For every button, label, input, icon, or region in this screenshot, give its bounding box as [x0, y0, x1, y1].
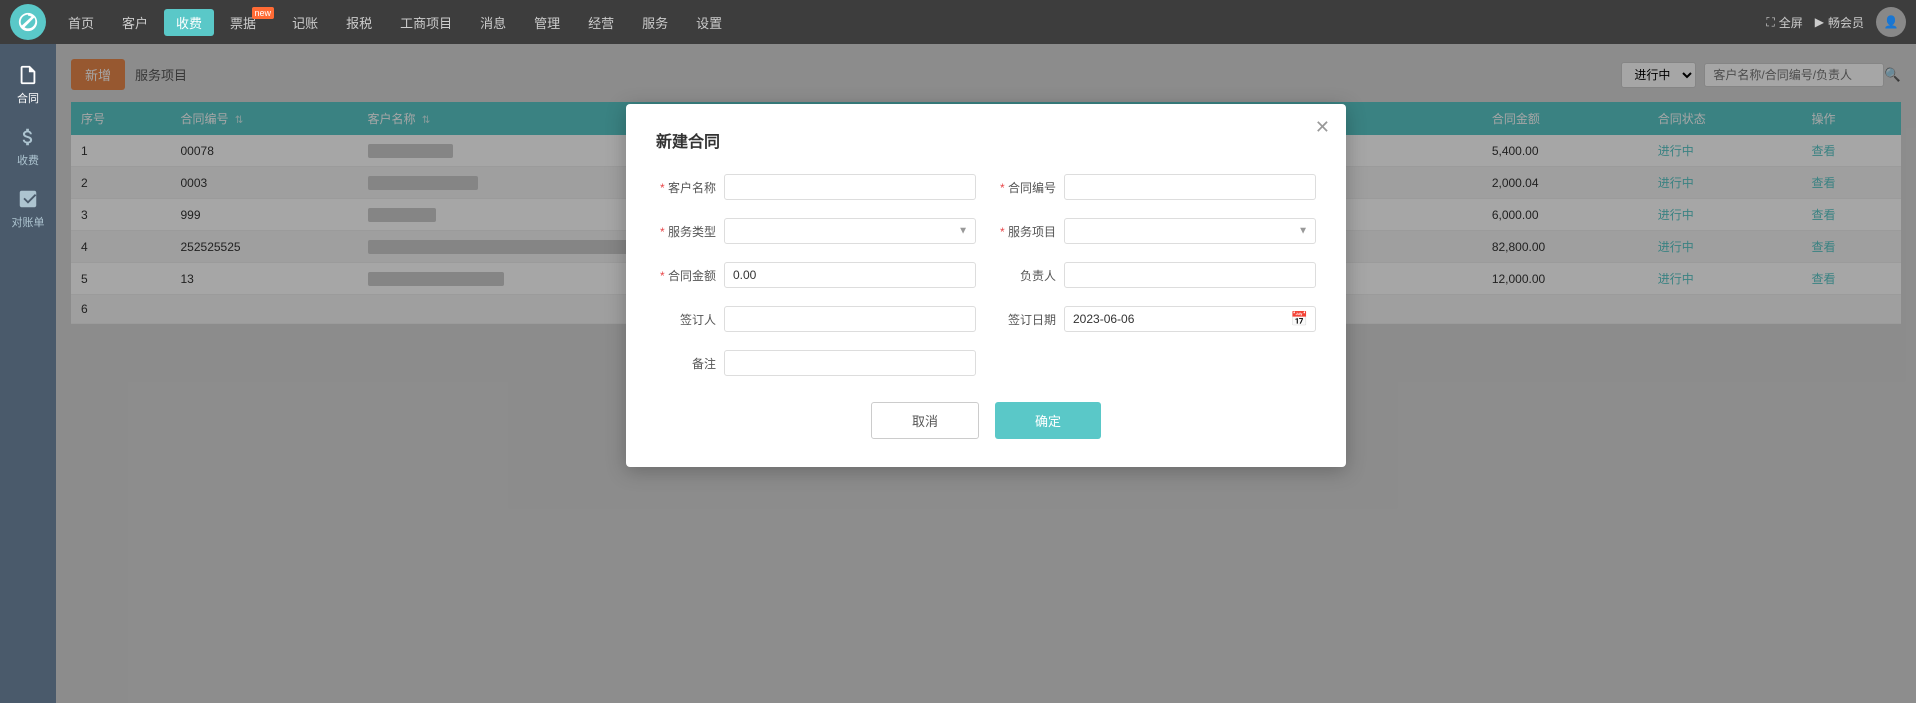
nav-customer[interactable]: 客户	[110, 9, 160, 36]
fullscreen-icon: ⛶	[1766, 15, 1774, 30]
field-customer-name: 客户名称	[656, 174, 976, 200]
responsible-label: 负责人	[996, 267, 1056, 284]
nav-home[interactable]: 首页	[56, 9, 106, 36]
signer-input[interactable]	[724, 306, 976, 332]
field-remark: 备注	[656, 350, 976, 376]
calendar-icon: 📅	[1291, 311, 1308, 328]
customer-name-input[interactable]	[724, 174, 976, 200]
field-sign-date: 签订日期 📅	[996, 306, 1316, 332]
confirm-button[interactable]: 确定	[995, 402, 1101, 439]
modal-title: 新建合同	[656, 128, 1316, 152]
contract-no-label: 合同编号	[996, 179, 1056, 196]
member-button[interactable]: ▶ 畅会员	[1815, 14, 1864, 31]
service-item-label: 服务项目	[996, 223, 1056, 240]
signer-label: 签订人	[656, 311, 716, 328]
responsible-input[interactable]	[1064, 262, 1316, 288]
form-row-5: 备注	[656, 350, 1316, 376]
new-contract-modal: 新建合同 ✕ 客户名称 合同编号 服务类型	[626, 104, 1346, 467]
amount-label: 合同金额	[656, 267, 716, 284]
field-service-item: 服务项目 ▼	[996, 218, 1316, 244]
modal-footer: 取消 确定	[656, 402, 1316, 439]
top-navigation: 首页 客户 收费 票据 new 记账 报税 工商项目 消息 管理 经营 服务 设…	[0, 0, 1916, 44]
contract-no-input[interactable]	[1064, 174, 1316, 200]
nav-service[interactable]: 服务	[630, 9, 680, 36]
form-row-2: 服务类型 ▼ 服务项目	[656, 218, 1316, 244]
service-type-label: 服务类型	[656, 223, 716, 240]
sidebar: 合同 收费 对账单	[0, 44, 56, 703]
app-logo[interactable]	[10, 4, 46, 40]
nav-manage[interactable]: 管理	[522, 9, 572, 36]
sidebar-item-statement[interactable]: 对账单	[0, 178, 56, 240]
field-amount: 合同金额	[656, 262, 976, 288]
play-icon: ▶	[1815, 15, 1824, 29]
contract-icon	[17, 64, 39, 86]
field-contract-no: 合同编号	[996, 174, 1316, 200]
customer-name-label: 客户名称	[656, 179, 716, 196]
amount-input[interactable]	[724, 262, 976, 288]
modal-overlay: 新建合同 ✕ 客户名称 合同编号 服务类型	[56, 44, 1916, 703]
service-type-select[interactable]	[724, 218, 976, 244]
nav-bookkeeping[interactable]: 记账	[280, 9, 330, 36]
form-row-4: 签订人 签订日期 📅	[656, 306, 1316, 332]
statement-icon	[17, 188, 39, 210]
sign-date-wrapper: 📅	[1064, 306, 1316, 332]
cancel-button[interactable]: 取消	[871, 402, 979, 439]
nav-right-actions: ⛶ 全屏 ▶ 畅会员 👤	[1766, 7, 1906, 37]
service-type-wrapper: ▼	[724, 218, 976, 244]
modal-close-button[interactable]: ✕	[1315, 118, 1330, 136]
fee-icon	[17, 126, 39, 148]
field-service-type: 服务类型 ▼	[656, 218, 976, 244]
field-responsible: 负责人	[996, 262, 1316, 288]
nav-tax[interactable]: 报税	[334, 9, 384, 36]
remark-label: 备注	[656, 355, 716, 372]
sign-date-input[interactable]	[1064, 306, 1316, 332]
field-signer: 签订人	[656, 306, 976, 332]
nav-settings[interactable]: 设置	[684, 9, 734, 36]
form-row-3: 合同金额 负责人	[656, 262, 1316, 288]
fullscreen-button[interactable]: ⛶ 全屏	[1766, 14, 1802, 31]
sidebar-item-fee[interactable]: 收费	[0, 116, 56, 178]
sidebar-item-contract[interactable]: 合同	[0, 54, 56, 116]
avatar-icon: 👤	[1884, 15, 1899, 29]
new-badge: new	[252, 7, 275, 19]
sign-date-label: 签订日期	[996, 311, 1056, 328]
nav-business[interactable]: 工商项目	[388, 9, 464, 36]
nav-menu: 首页 客户 收费 票据 new 记账 报税 工商项目 消息 管理 经营 服务 设…	[56, 9, 1766, 36]
content-area: 新增 服务项目 进行中 已结束 全部 🔍 序号 合同编	[56, 44, 1916, 703]
form-row-1: 客户名称 合同编号	[656, 174, 1316, 200]
user-avatar[interactable]: 👤	[1876, 7, 1906, 37]
service-item-select[interactable]	[1064, 218, 1316, 244]
service-item-wrapper: ▼	[1064, 218, 1316, 244]
nav-message[interactable]: 消息	[468, 9, 518, 36]
nav-fee[interactable]: 收费	[164, 9, 214, 36]
remark-input[interactable]	[724, 350, 976, 376]
nav-invoice[interactable]: 票据 new	[218, 9, 276, 36]
main-layout: 合同 收费 对账单 新增 服务项目 进	[0, 44, 1916, 703]
nav-operation[interactable]: 经营	[576, 9, 626, 36]
